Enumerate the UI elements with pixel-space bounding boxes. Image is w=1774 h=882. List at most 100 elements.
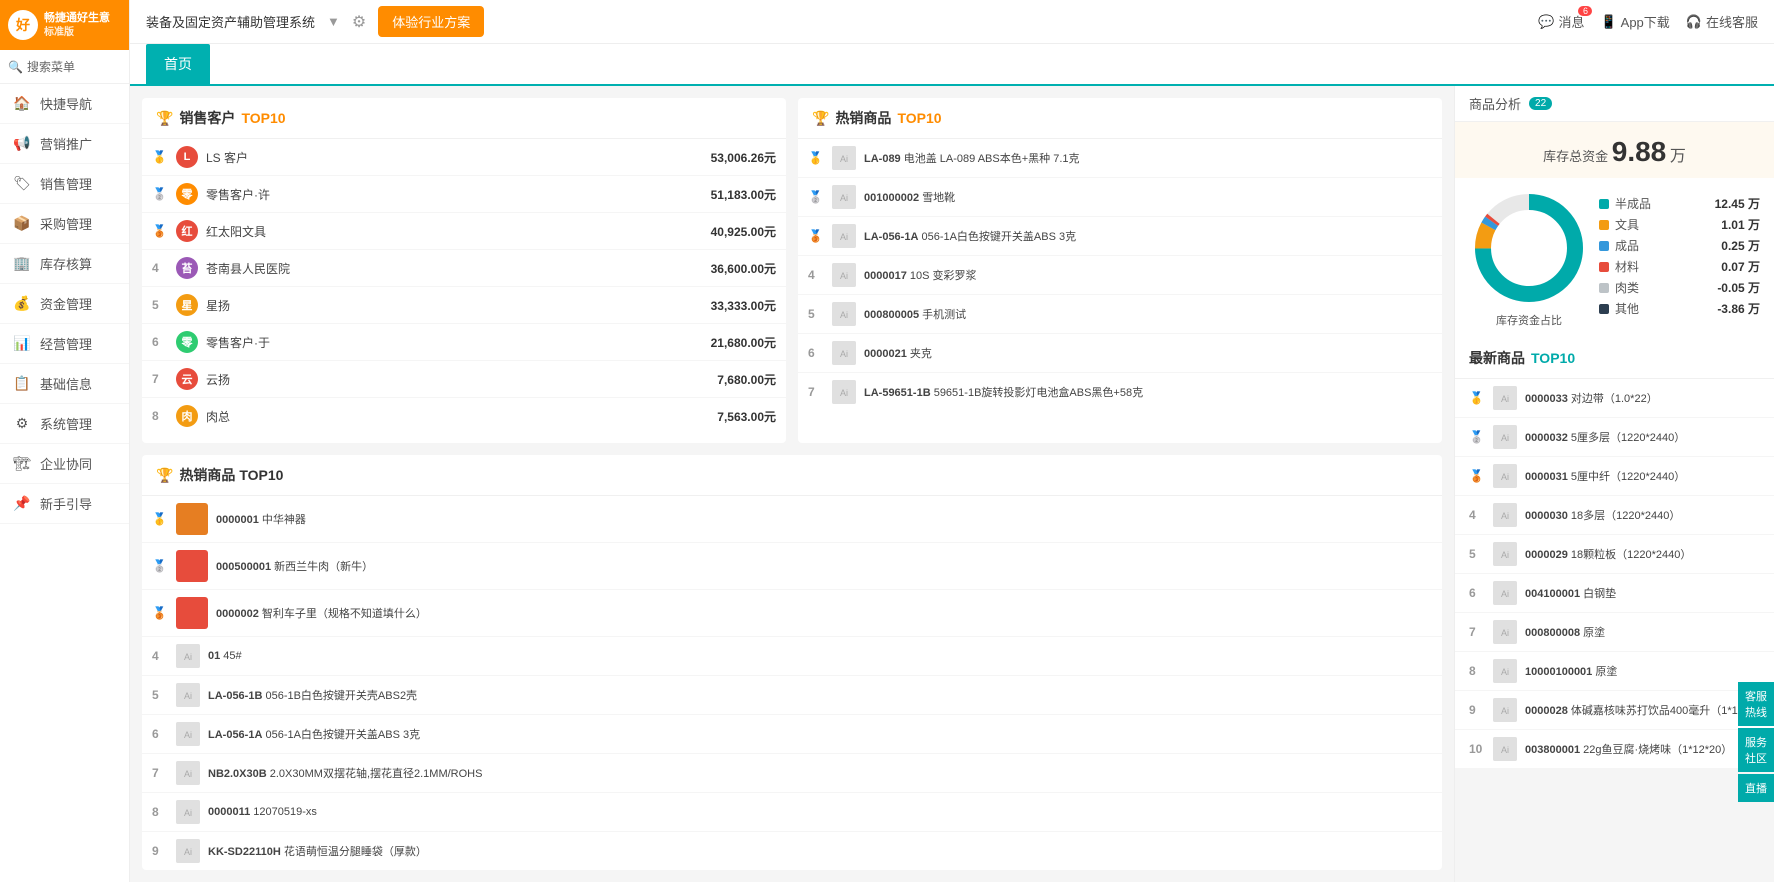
top-sale-right-header: 🏆 热销商品 TOP10 [798, 98, 1442, 139]
sidebar-item-quick-nav[interactable]: 🏠 快捷导航 [0, 84, 129, 124]
sale-item-row: 7 Ai LA-59651-1B 59651-1B旋转投影灯电池盒ABS黑色+5… [798, 373, 1442, 411]
newest-img: Ai [1493, 503, 1517, 527]
newest-product-row: 9 Ai 0000028 体碱嘉核味苏打饮品400毫升（1*15） [1455, 691, 1774, 730]
app-download-button[interactable]: 📱 App下载 [1600, 12, 1669, 31]
product-img-placeholder: Ai [176, 761, 200, 785]
top10-label: TOP10 [241, 110, 285, 126]
top-sale-right-title: 热销商品 [835, 108, 891, 128]
sale-item-row: 🥉 Ai LA-056-1A 056-1A白色按键开关盖ABS 3克 [798, 217, 1442, 256]
headset-icon: 🎧 [1686, 14, 1702, 30]
newest-img: Ai [1493, 737, 1517, 761]
hot-product-row: 🥉 0000002 智利车子里（规格不知道填什么） [142, 590, 1442, 637]
newest-img: Ai [1493, 386, 1517, 410]
inventory-chart-area: 库存资金占比 半成品 12.45 万 文具 1.01 万 成品 0.25 万 材… [1455, 178, 1774, 338]
sale-item-rank: 🥇 [808, 151, 824, 165]
customer-rank: 🥉 [152, 224, 168, 238]
hot-product-rank: 7 [152, 766, 168, 780]
inventory-legend: 半成品 12.45 万 文具 1.01 万 成品 0.25 万 材料 0.07 … [1599, 195, 1760, 321]
trophy-icon-3: 🏆 [156, 467, 173, 484]
svg-text:Ai: Ai [184, 691, 192, 701]
sidebar-item-purchase[interactable]: 📦 采购管理 [0, 204, 129, 244]
sidebar-item-newbie[interactable]: 📌 新手引导 [0, 484, 129, 524]
svg-text:Ai: Ai [184, 730, 192, 740]
messages-button[interactable]: 💬 消息 6 [1538, 12, 1584, 31]
hot-product-name: LA-056-1B 056-1B白色按键开关壳ABS2壳 [208, 687, 1432, 703]
customer-name: 零售客户·许 [206, 186, 703, 203]
hot-product-row: 6 Ai LA-056-1A 056-1A白色按键开关盖ABS 3克 [142, 715, 1442, 754]
sales-icon: 🏷 [12, 175, 32, 192]
newest-product-row: 10 Ai 003800001 22g鱼豆腐·烧烤味（1*12*20） [1455, 730, 1774, 768]
newest-rank: 6 [1469, 586, 1485, 600]
customer-avatar: 红 [176, 220, 198, 242]
trophy-icon: 🏆 [156, 110, 173, 127]
customer-rank: 5 [152, 298, 168, 312]
hot-product-row: 🥈 000500001 新西兰牛肉（新牛） [142, 543, 1442, 590]
customer-row: 4 苔 苍南县人民医院 36,600.00元 [142, 250, 786, 287]
top-sale-right-card: 🏆 热销商品 TOP10 🥇 Ai LA-089 电池盖 LA-089 ABS本… [798, 98, 1442, 443]
newest-product-name: 0000028 体碱嘉核味苏打饮品400毫升（1*15） [1525, 702, 1760, 718]
customer-amount: 40,925.00元 [711, 223, 776, 240]
hot-product-row: 5 Ai LA-056-1B 056-1B白色按键开关壳ABS2壳 [142, 676, 1442, 715]
sidebar-item-inventory[interactable]: 🏢 库存核算 [0, 244, 129, 284]
sale-item-rank: 5 [808, 307, 824, 321]
operation-icon: 📊 [12, 335, 32, 352]
customer-amount: 21,680.00元 [711, 334, 776, 351]
newest-product-name: 0000033 对边带（1.0*22） [1525, 390, 1760, 406]
sale-item-row: 🥈 Ai 001000002 雪地靴 [798, 178, 1442, 217]
sidebar-item-enterprise[interactable]: 🏗 企业协同 [0, 444, 129, 484]
online-service-button[interactable]: 🎧 在线客服 [1686, 12, 1758, 31]
legend-value: 12.45 万 [1715, 195, 1760, 212]
svg-text:Ai: Ai [840, 193, 848, 203]
sidebar-item-basic[interactable]: 📋 基础信息 [0, 364, 129, 404]
svg-text:Ai: Ai [1501, 472, 1509, 482]
sidebar-item-system[interactable]: ⚙ 系统管理 [0, 404, 129, 444]
dropdown-icon[interactable]: ▼ [327, 14, 340, 29]
sidebar-label-finance: 资金管理 [40, 294, 92, 313]
customer-avatar: 肉 [176, 405, 198, 427]
sidebar-item-sales[interactable]: 🏷 销售管理 [0, 164, 129, 204]
sale-item-img: Ai [832, 224, 856, 248]
sale-item-name: 0000021 夹克 [864, 345, 1432, 361]
service-community-btn[interactable]: 服务 社区 [1738, 728, 1774, 772]
sidebar-item-marketing[interactable]: 📢 营销推广 [0, 124, 129, 164]
nav-tabs: 首页 [130, 44, 1774, 86]
trial-button[interactable]: 体验行业方案 [378, 6, 484, 37]
live-chat-btn[interactable]: 直播 [1738, 774, 1774, 802]
svg-text:Ai: Ai [1501, 628, 1509, 638]
sale-item-name: 000800005 手机测试 [864, 306, 1432, 322]
sidebar-item-operation[interactable]: 📊 经营管理 [0, 324, 129, 364]
customer-row: 5 星 星扬 33,333.00元 [142, 287, 786, 324]
sale-item-img: Ai [832, 302, 856, 326]
newest-product-name: 003800001 22g鱼豆腐·烧烤味（1*12*20） [1525, 741, 1760, 757]
customer-rank: 8 [152, 409, 168, 423]
donut-chart [1469, 188, 1589, 308]
svg-text:Ai: Ai [1501, 550, 1509, 560]
finance-icon: 💰 [12, 295, 32, 312]
sidebar-label-basic: 基础信息 [40, 374, 92, 393]
customer-avatar: 零 [176, 183, 198, 205]
customer-row: 8 肉 肉总 7,563.00元 [142, 398, 786, 434]
newest-product-row: 5 Ai 0000029 18颗粒板（1220*2440） [1455, 535, 1774, 574]
newest-product-name: 0000032 5厘多层（1220*2440） [1525, 429, 1760, 445]
settings-icon[interactable]: ⚙ [352, 12, 366, 32]
tab-home[interactable]: 首页 [146, 44, 210, 84]
basic-icon: 📋 [12, 375, 32, 392]
legend-name: 成品 [1615, 237, 1715, 254]
sidebar-item-finance[interactable]: 💰 资金管理 [0, 284, 129, 324]
product-img [176, 597, 208, 629]
newest-product-name: 0000029 18颗粒板（1220*2440） [1525, 546, 1760, 562]
newest-title: 最新商品 [1469, 348, 1525, 368]
hot-product-rank: 🥉 [152, 606, 168, 620]
customer-service-btn[interactable]: 客服 热线 [1738, 682, 1774, 726]
customers-list: 🥇 L LS 客户 53,006.26元 🥈 零 零售客户·许 51,183.0… [142, 139, 786, 434]
logo-icon: 好 [8, 10, 38, 40]
customer-row: 🥇 L LS 客户 53,006.26元 [142, 139, 786, 176]
sale-item-rank: 🥉 [808, 229, 824, 243]
legend-item: 文具 1.01 万 [1599, 216, 1760, 233]
sale-item-img: Ai [832, 380, 856, 404]
svg-text:Ai: Ai [1501, 511, 1509, 521]
search-menu-item[interactable]: 🔍 搜索菜单 [0, 50, 129, 84]
newest-product-name: 000800008 原塗 [1525, 624, 1760, 640]
newest-img: Ai [1493, 659, 1517, 683]
inventory-header: 商品分析 22 [1455, 86, 1774, 122]
